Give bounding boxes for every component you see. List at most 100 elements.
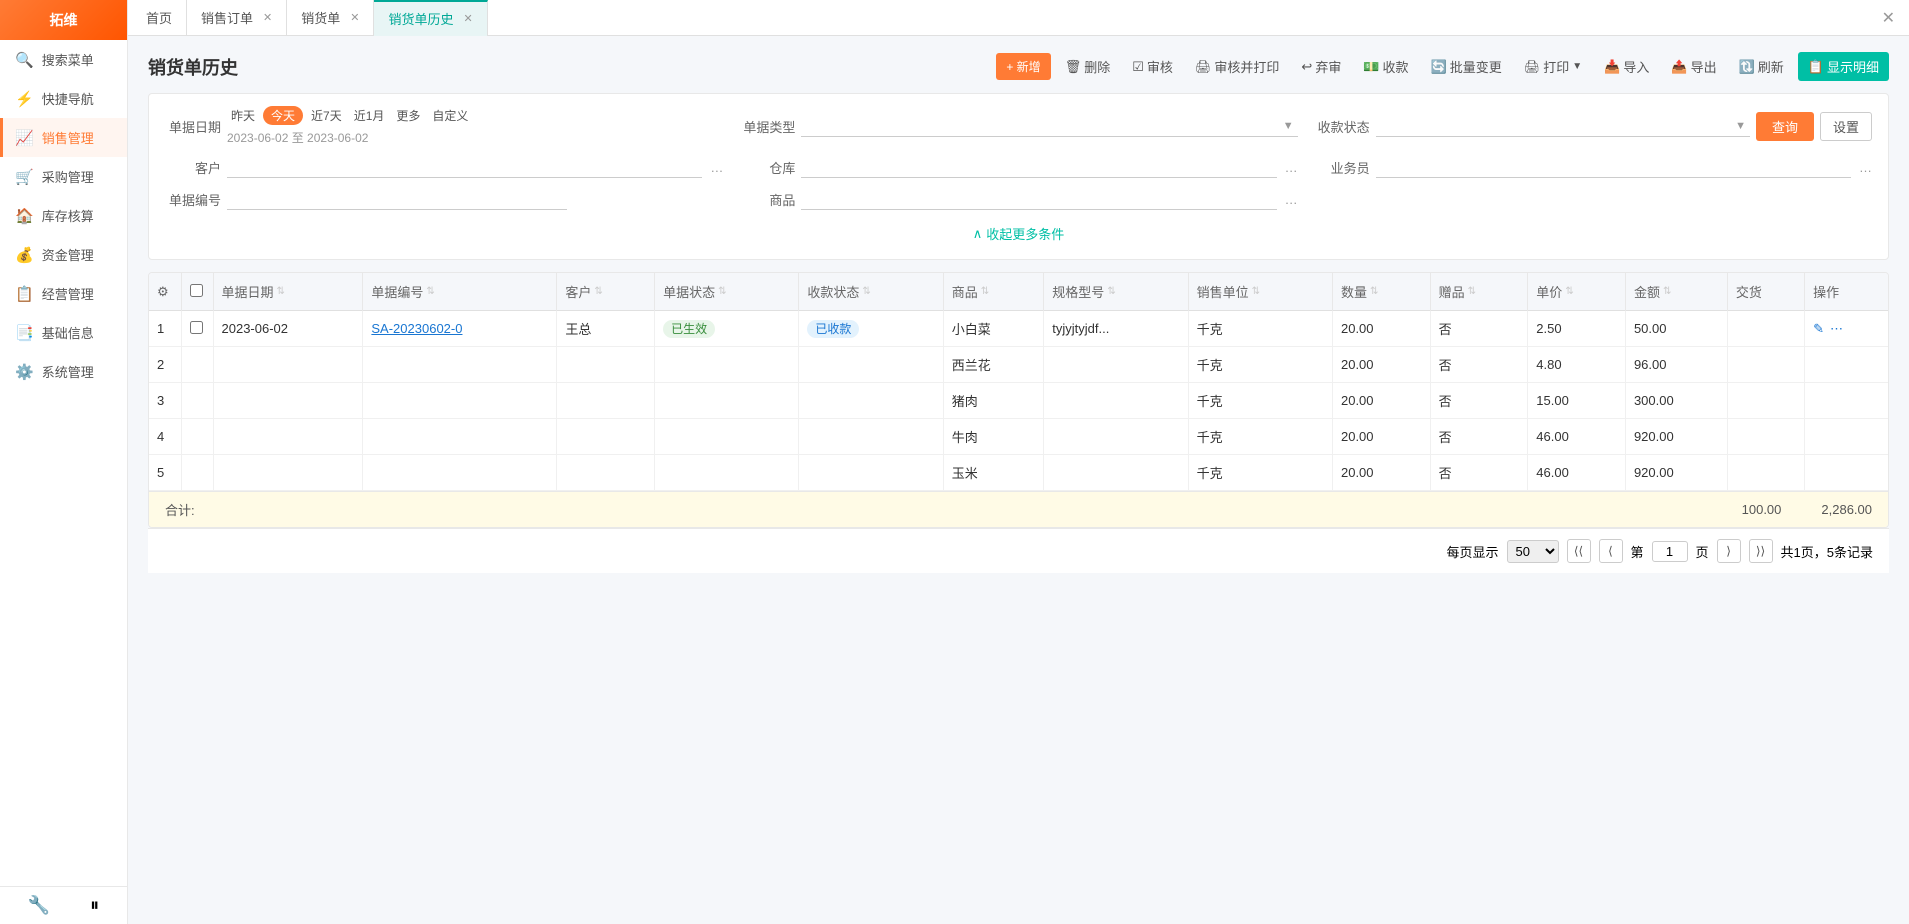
- pause-icon[interactable]: ⏸: [90, 895, 99, 916]
- page-size-select[interactable]: 50 100: [1507, 540, 1559, 563]
- tab-sales-goods[interactable]: 销货单 ✕: [287, 0, 374, 36]
- review-button[interactable]: ☑ 审核: [1124, 53, 1181, 80]
- th-customer[interactable]: 客户 ⇅: [557, 273, 655, 311]
- th-unit-sort[interactable]: 销售单位 ⇅: [1197, 282, 1324, 301]
- select-all-checkbox[interactable]: [190, 284, 203, 297]
- collect-status-select[interactable]: [1376, 115, 1750, 137]
- goods-input[interactable]: [801, 188, 1276, 210]
- tab-sales-history[interactable]: 销货单历史 ✕: [374, 0, 487, 36]
- new-button[interactable]: + 新增: [996, 53, 1050, 80]
- tab-sales-history-close[interactable]: ✕: [464, 12, 473, 25]
- th-price-sort[interactable]: 单价 ⇅: [1536, 282, 1617, 301]
- salesperson-picker-icon[interactable]: …: [1859, 160, 1872, 175]
- shortcut-yesterday[interactable]: 昨天: [227, 106, 259, 125]
- delete-button[interactable]: 🗑 删除: [1057, 53, 1119, 80]
- shortcut-1month[interactable]: 近1月: [350, 106, 389, 125]
- row-checkbox[interactable]: [190, 321, 203, 334]
- th-gift[interactable]: 赠品 ⇅: [1430, 273, 1528, 311]
- filter-row-3: 单据编号 商品 …: [165, 188, 1872, 210]
- refresh-button[interactable]: 🔃 刷新: [1731, 53, 1792, 80]
- data-table: ⚙ 单据日期 ⇅ 单据编号: [149, 273, 1888, 491]
- th-goods-sort[interactable]: 商品 ⇅: [952, 282, 1036, 301]
- sidebar-item-system[interactable]: ⚙️ 系统管理: [0, 352, 127, 391]
- th-date-sort[interactable]: 单据日期 ⇅: [222, 282, 355, 301]
- last-page-btn[interactable]: ⟩⟩: [1749, 539, 1773, 563]
- row-delivery: [1727, 347, 1804, 383]
- table-settings-icon[interactable]: ⚙: [157, 284, 169, 299]
- shortcut-today[interactable]: 今天: [263, 106, 303, 125]
- th-gift-sort[interactable]: 赠品 ⇅: [1439, 282, 1520, 301]
- edit-action-btn[interactable]: ✎: [1813, 321, 1824, 336]
- sidebar-item-operation[interactable]: 📋 经营管理: [0, 274, 127, 313]
- customer-input[interactable]: [227, 156, 702, 178]
- th-unit[interactable]: 销售单位 ⇅: [1188, 273, 1332, 311]
- shortcut-custom[interactable]: 自定义: [428, 106, 472, 125]
- salesperson-input[interactable]: [1376, 156, 1851, 178]
- row-goods: 牛肉: [943, 419, 1044, 455]
- sidebar-item-label: 资金管理: [42, 245, 94, 264]
- sidebar-item-nav[interactable]: ⚡ 快捷导航: [0, 79, 127, 118]
- th-collect-sort[interactable]: 收款状态 ⇅: [807, 282, 934, 301]
- th-spec[interactable]: 规格型号 ⇅: [1044, 273, 1188, 311]
- th-qty[interactable]: 数量 ⇅: [1332, 273, 1430, 311]
- row-gift: 否: [1430, 383, 1528, 419]
- abandon-button[interactable]: ↩ 弃审: [1293, 53, 1349, 80]
- tab-home[interactable]: 首页: [132, 0, 187, 36]
- more-action-btn[interactable]: ⋯: [1830, 321, 1843, 336]
- print-button[interactable]: 🖨 打印 ▼: [1516, 53, 1590, 80]
- th-customer-sort[interactable]: 客户 ⇅: [565, 282, 646, 301]
- row-qty: 20.00: [1332, 383, 1430, 419]
- sidebar-item-sales[interactable]: 📈 销售管理: [0, 118, 127, 157]
- first-page-btn[interactable]: ⟨⟨: [1567, 539, 1591, 563]
- th-price[interactable]: 单价 ⇅: [1528, 273, 1626, 311]
- th-docno-sort[interactable]: 单据编号 ⇅: [371, 282, 548, 301]
- row-status: [655, 419, 799, 455]
- th-docno[interactable]: 单据编号 ⇅: [363, 273, 557, 311]
- sidebar-item-inventory[interactable]: 🏠 库存核算: [0, 196, 127, 235]
- sidebar-item-search[interactable]: 🔍 搜索菜单: [0, 40, 127, 79]
- sidebar-item-basic[interactable]: 📑 基础信息: [0, 313, 127, 352]
- th-amount[interactable]: 金额 ⇅: [1625, 273, 1727, 311]
- tab-sales-goods-close[interactable]: ✕: [350, 11, 359, 24]
- customer-picker-icon[interactable]: …: [710, 160, 723, 175]
- th-amount-sort[interactable]: 金额 ⇅: [1634, 282, 1719, 301]
- docno-input[interactable]: [227, 188, 567, 210]
- doc-type-select[interactable]: [801, 115, 1297, 137]
- warehouse-picker-icon[interactable]: …: [1285, 160, 1298, 175]
- collapse-button[interactable]: ∧ 收起更多条件: [165, 220, 1872, 247]
- th-status[interactable]: 单据状态 ⇅: [655, 273, 799, 311]
- goods-picker-icon[interactable]: …: [1285, 192, 1298, 207]
- th-spec-sort[interactable]: 规格型号 ⇅: [1052, 282, 1179, 301]
- settings-tool-icon[interactable]: 🔧: [28, 895, 50, 916]
- shortcut-7days[interactable]: 近7天: [307, 106, 346, 125]
- query-button[interactable]: 查询: [1756, 112, 1814, 141]
- th-goods[interactable]: 商品 ⇅: [943, 273, 1044, 311]
- shortcut-more[interactable]: 更多: [392, 106, 424, 125]
- import-button[interactable]: 📥 导入: [1596, 53, 1657, 80]
- window-close-btn[interactable]: ✕: [1876, 8, 1901, 28]
- page-input[interactable]: [1652, 541, 1688, 562]
- th-date[interactable]: 单据日期 ⇅: [213, 273, 363, 311]
- docno-link[interactable]: SA-20230602-0: [371, 321, 462, 336]
- row-amount: 50.00: [1625, 311, 1727, 347]
- collect-button[interactable]: 💵 收款: [1355, 53, 1416, 80]
- warehouse-input[interactable]: [801, 156, 1276, 178]
- sidebar-item-purchase[interactable]: 🛒 采购管理: [0, 157, 127, 196]
- row-index: 1: [149, 311, 181, 347]
- display-button[interactable]: 📋 显示明细: [1798, 52, 1889, 81]
- next-page-btn[interactable]: ⟩: [1717, 539, 1741, 563]
- batch-change-button[interactable]: 🔄 批量变更: [1423, 53, 1510, 80]
- tab-sales-order[interactable]: 销售订单 ✕: [187, 0, 287, 36]
- th-qty-sort[interactable]: 数量 ⇅: [1341, 282, 1422, 301]
- row-goods: 玉米: [943, 455, 1044, 491]
- export-button[interactable]: 📤 导出: [1663, 53, 1724, 80]
- app-logo: 拓维: [0, 0, 127, 40]
- th-status-sort[interactable]: 单据状态 ⇅: [663, 282, 790, 301]
- tab-sales-order-close[interactable]: ✕: [263, 11, 272, 24]
- th-collect-status[interactable]: 收款状态 ⇅: [799, 273, 943, 311]
- prev-page-btn[interactable]: ⟨: [1599, 539, 1623, 563]
- sidebar-item-label: 销售管理: [42, 128, 94, 147]
- sidebar-item-finance[interactable]: 💰 资金管理: [0, 235, 127, 274]
- review-print-button[interactable]: 🖨 审核并打印: [1187, 53, 1288, 80]
- setting-button[interactable]: 设置: [1820, 112, 1872, 141]
